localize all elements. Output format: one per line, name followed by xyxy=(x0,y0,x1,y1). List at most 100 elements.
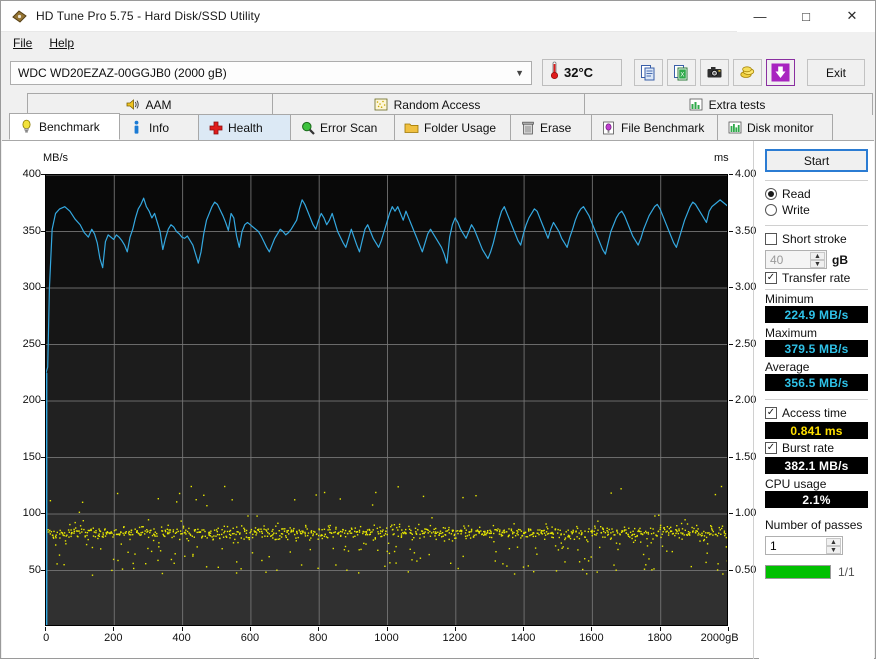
access-time-value: 0.841 ms xyxy=(765,422,868,439)
y-tick-label: 400 xyxy=(22,168,41,180)
thermometer-icon xyxy=(549,60,560,85)
checkbox-burst-rate[interactable]: ✓ Burst rate xyxy=(765,441,868,455)
tab-row-top: AAM Random Access Extra tests xyxy=(27,93,873,115)
y2-tick-mark xyxy=(729,513,733,514)
tab-folder-usage-label: Folder Usage xyxy=(424,120,497,135)
tab-health-label: Health xyxy=(228,120,263,135)
burst-rate-value: 382.1 MB/s xyxy=(765,457,868,474)
tab-info-label: Info xyxy=(149,120,170,135)
drive-select[interactable]: WDC WD20EZAZ-00GGJB0 (2000 gB) ▼ xyxy=(10,60,532,85)
passes-input[interactable]: 1 ▲ ▼ xyxy=(765,536,843,555)
tab-folder-usage[interactable]: Folder Usage xyxy=(394,114,511,140)
x-tick-label: 1200 xyxy=(442,632,468,644)
panel-divider xyxy=(753,141,754,659)
title-bar: HD Tune Pro 5.75 - Hard Disk/SSD Utility… xyxy=(1,0,875,32)
short-stroke-unit: gB xyxy=(832,252,848,267)
progress-bar xyxy=(765,565,831,579)
x-tick-mark xyxy=(113,627,115,631)
tab-erase[interactable]: Erase xyxy=(510,114,592,140)
checkbox-access-time[interactable]: ✓ Access time xyxy=(765,406,868,420)
info-icon xyxy=(129,120,144,135)
y-tick-mark xyxy=(41,456,45,458)
passes-value: 1 xyxy=(770,538,777,553)
temperature-value: 32°C xyxy=(564,65,594,80)
checkbox-transfer-rate[interactable]: ✓ Transfer rate xyxy=(765,271,868,285)
progress-text: 1/1 xyxy=(838,565,855,579)
menu-item-help[interactable]: Help xyxy=(45,34,83,52)
menu-help-label: Help xyxy=(49,35,75,50)
x-tick-label: 800 xyxy=(309,632,328,644)
minimize-button[interactable]: — xyxy=(737,0,783,32)
y-axis-unit-left: MB/s xyxy=(43,152,69,164)
tab-extra-tests-label: Extra tests xyxy=(708,97,766,112)
y-tick-mark xyxy=(41,230,45,232)
benchmark-panel: MB/s ms 50 100 150 200 250 300 350 400 0.50 1.00… xyxy=(2,140,874,659)
checkbox-short-stroke[interactable]: ✓ Short stroke xyxy=(765,232,868,246)
exit-button[interactable]: Exit xyxy=(807,59,865,86)
tab-file-benchmark[interactable]: File Benchmark xyxy=(591,114,718,140)
tab-erase-label: Erase xyxy=(540,120,572,135)
x-tick-label: 2000gB xyxy=(700,632,739,644)
close-button[interactable]: ✕ xyxy=(829,0,875,32)
maximum-label: Maximum xyxy=(765,326,818,340)
menu-file-label: File xyxy=(13,35,33,50)
x-tick-mark xyxy=(318,627,320,631)
tab-random-access[interactable]: Random Access xyxy=(272,93,585,115)
x-tick-label: 0 xyxy=(43,632,50,644)
progress-row: 1/1 xyxy=(765,565,868,579)
tab-extra-tests[interactable]: Extra tests xyxy=(584,93,873,115)
temperature-display: 32°C xyxy=(542,59,622,86)
tab-error-scan-label: Error Scan xyxy=(320,120,378,135)
x-tick-label: 200 xyxy=(104,632,123,644)
tab-aam[interactable]: AAM xyxy=(27,93,273,115)
y2-tick-mark xyxy=(729,343,733,345)
export-excel-icon[interactable]: X xyxy=(667,59,696,86)
tab-info[interactable]: Info xyxy=(119,114,199,140)
coins-icon[interactable] xyxy=(733,59,762,86)
control-panel: Start Read Write ✓ Short stroke 40 ▲▼ xyxy=(759,141,874,659)
divider xyxy=(765,180,868,181)
screenshot-camera-icon[interactable] xyxy=(700,59,729,86)
average-label: Average xyxy=(765,360,810,374)
hdtune-window: HD Tune Pro 5.75 - Hard Disk/SSD Utility… xyxy=(0,0,876,659)
chart-plot-area xyxy=(45,174,728,626)
copy-icon[interactable] xyxy=(634,59,663,86)
y2-tick-mark xyxy=(729,287,733,288)
start-button[interactable]: Start xyxy=(765,149,868,172)
divider xyxy=(765,225,868,226)
tab-benchmark[interactable]: Benchmark xyxy=(9,113,120,140)
minimum-label: Minimum xyxy=(765,292,814,306)
trash-icon xyxy=(520,120,535,135)
x-tick-mark xyxy=(523,627,525,631)
y-tick-mark xyxy=(41,569,45,571)
y-tick-label: 250 xyxy=(22,337,41,350)
short-stroke-input[interactable]: 40 ▲ ▼ xyxy=(765,250,827,269)
tab-error-scan[interactable]: Error Scan xyxy=(290,114,395,140)
y-tick-label: 350 xyxy=(22,224,41,237)
menu-item-file[interactable]: File xyxy=(9,34,41,52)
cpu-usage-label: CPU usage xyxy=(765,477,827,491)
toolbar: WDC WD20EZAZ-00GGJB0 (2000 gB) ▼ 32°C X … xyxy=(1,54,875,91)
y2-tick-mark xyxy=(729,400,733,401)
tab-health[interactable]: Health xyxy=(198,114,291,140)
y2-tick-mark xyxy=(729,230,733,232)
radio-read[interactable]: Read xyxy=(765,187,868,201)
y-tick-label: 200 xyxy=(22,394,41,406)
y2-tick-mark xyxy=(729,569,733,571)
y-tick-label: 100 xyxy=(22,507,41,519)
tab-file-benchmark-label: File Benchmark xyxy=(621,120,705,135)
spinner-arrows-icon[interactable]: ▲ ▼ xyxy=(810,252,825,268)
radio-write[interactable]: Write xyxy=(765,203,868,217)
maximum-value: 379.5 MB/s xyxy=(765,340,868,357)
y2-tick-mark xyxy=(729,174,733,175)
tab-row-bottom: Benchmark Info Health Error Scan Folder … xyxy=(9,113,833,140)
passes-spinner-arrows-icon[interactable]: ▲ ▼ xyxy=(826,538,841,554)
disk-monitor-icon xyxy=(727,120,742,135)
tab-benchmark-label: Benchmark xyxy=(39,119,100,134)
download-arrow-icon[interactable] xyxy=(766,59,795,86)
passes-row: 1 ▲ ▼ xyxy=(765,536,868,555)
y-tick-mark xyxy=(41,287,45,288)
tab-disk-monitor[interactable]: Disk monitor xyxy=(717,114,833,140)
maximize-button[interactable]: □ xyxy=(783,0,829,32)
speaker-icon xyxy=(125,97,140,112)
